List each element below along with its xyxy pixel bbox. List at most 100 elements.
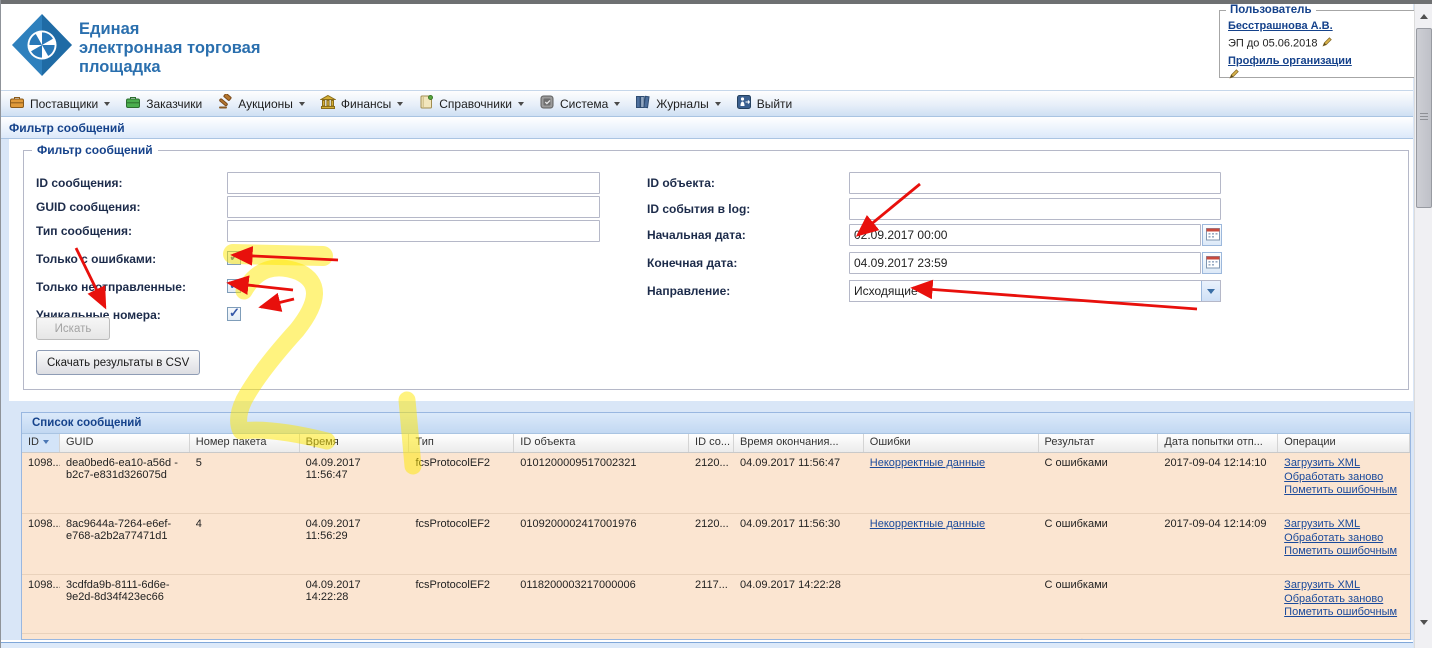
menu-item-label: Поставщики	[30, 96, 99, 111]
download-csv-button[interactable]: Скачать результаты в CSV	[36, 350, 201, 375]
grid-column-headers: ID GUID Номер пакета Время Тип ID объекта ID с…	[22, 434, 1410, 453]
field-label: Направление:	[647, 284, 731, 298]
scroll-down-button[interactable]	[1415, 614, 1432, 631]
scroll-down-icon	[1419, 620, 1428, 625]
cell-: 04.09.2017 11:56:30	[739, 518, 841, 530]
menu-item-5[interactable]: Справочники	[418, 94, 524, 113]
cell-ID: 0101200009517002321	[520, 457, 637, 469]
cell-GUID: 8ac9644a-7264-e6ef- e768-a2b2a77471d1	[65, 518, 172, 542]
column-header-6[interactable]: ID объекта	[514, 434, 690, 452]
page-title: Фильтр сообщений	[9, 120, 125, 135]
date-input-3[interactable]	[849, 224, 1201, 246]
book-icon	[418, 94, 434, 113]
select-value: Исходящие	[854, 284, 918, 298]
brand-line-1: Единая	[79, 20, 140, 38]
error-details-link[interactable]: Некорректные данные	[870, 518, 985, 530]
scroll-up-button[interactable]	[1415, 8, 1432, 25]
operation-link[interactable]: Обработать заново	[1284, 593, 1406, 607]
logo-link[interactable]	[11, 12, 73, 78]
cell-: fcsProtocolEF2	[415, 518, 491, 530]
chevron-down-icon[interactable]	[1201, 281, 1220, 301]
operation-link[interactable]: Обработать заново	[1284, 471, 1406, 485]
cell-ID: 2120...	[695, 457, 729, 469]
checkbox[interactable]: ✓	[227, 305, 241, 321]
column-header-9[interactable]: Ошибки	[864, 434, 1039, 452]
menu-item-label: Справочники	[439, 96, 512, 111]
column-header-5[interactable]: Тип	[409, 434, 515, 452]
vertical-scrollbar[interactable]	[1414, 4, 1432, 648]
menu-item-label: Выйти	[756, 96, 793, 111]
user-name-link[interactable]: Бесстрашнова А.В.	[1228, 20, 1333, 32]
grid-rows: 1098... dea0bed6-ea10-a56d -b2c7-e831d326…	[22, 453, 1410, 639]
column-header-1[interactable]: ID	[22, 434, 60, 452]
operation-link[interactable]: Загрузить XML	[1284, 579, 1406, 593]
cell-: Загрузить XML Обработать заново Пометить о…	[1278, 453, 1410, 513]
search-button[interactable]: Искать	[36, 317, 110, 340]
cert-expiry-label: ЭП до 05.06.2018	[1228, 37, 1318, 50]
calendar-button[interactable]	[1202, 224, 1222, 246]
direction-select[interactable]: Исходящие	[849, 280, 1221, 302]
column-header-4[interactable]: Время	[300, 434, 410, 452]
menu-item-8[interactable]: Выйти	[736, 94, 793, 113]
operation-link[interactable]: Пометить ошибочным	[1284, 484, 1406, 498]
scrollbar-thumb[interactable]	[1416, 28, 1432, 208]
filter-panel: Фильтр сообщений ID сообщения: GUID сообщ…	[9, 139, 1413, 401]
field-label: Начальная дата:	[647, 228, 746, 242]
operation-link[interactable]: Загрузить XML	[1284, 457, 1406, 471]
operation-link[interactable]: Пометить ошибочным	[1284, 545, 1406, 559]
main-menu-bar: Поставщики Заказчики Аукционы Финансы Справо…	[1, 90, 1413, 117]
column-header-11[interactable]: Дата попытки отп...	[1158, 434, 1279, 452]
org-profile-link[interactable]: Профиль организации	[1228, 55, 1352, 67]
user-panel-legend: Пользователь	[1226, 4, 1316, 16]
calendar-button[interactable]	[1202, 252, 1222, 274]
application-window: Единая электронная торговая площадка Пол…	[0, 0, 1432, 648]
filter-right-row-5: Направление: Исходящие	[36, 280, 1396, 304]
cell-: 4	[195, 518, 202, 530]
cell-ID: 1098...	[28, 579, 60, 591]
cell-: 04.09.2017 14:22:28	[305, 579, 361, 603]
cell-: С ошибками	[1044, 579, 1108, 591]
menu-item-label: Система	[559, 96, 609, 111]
cell-: 2017-09-04 12:14:09	[1164, 518, 1267, 530]
field-label: ID объекта:	[647, 176, 715, 190]
table-row[interactable]: 1098... dea0bed6-ea10-a56d -b2c7-e831d326…	[22, 453, 1410, 514]
date-input-4[interactable]	[849, 252, 1201, 274]
scroll-up-icon	[1419, 14, 1428, 19]
column-header-8[interactable]: Время окончания...	[734, 434, 864, 452]
messages-grid-panel: Список сообщений ID GUID Номер пакета Время…	[21, 412, 1411, 640]
filter-right-row-1: ID объекта:	[36, 172, 1396, 196]
operation-link[interactable]: Обработать заново	[1284, 532, 1406, 546]
column-header-2[interactable]: GUID	[60, 434, 190, 452]
filter-right-input-2[interactable]	[849, 198, 1221, 220]
column-header-3[interactable]: Номер пакета	[190, 434, 300, 452]
scrollbar-grip	[1420, 113, 1428, 114]
cell-ID: 1098...	[28, 518, 60, 530]
column-header-10[interactable]: Результат	[1039, 434, 1159, 452]
column-header-7[interactable]: ID со...	[689, 434, 734, 452]
user-panel: Пользователь Бесстрашнова А.В. ЭП до 05.…	[1219, 4, 1417, 79]
menu-item-2[interactable]: Заказчики	[125, 94, 202, 113]
menu-item-7[interactable]: Журналы	[635, 94, 721, 113]
operation-link[interactable]: Пометить ошибочным	[1284, 606, 1406, 620]
cell-: fcsProtocolEF2	[415, 457, 491, 469]
menu-item-3[interactable]: Аукционы	[217, 93, 305, 113]
cell-ID: 2117...	[695, 579, 728, 591]
grid-title-bar: Список сообщений	[22, 413, 1410, 434]
column-header-12[interactable]: Операции	[1278, 434, 1410, 452]
brand-line-2: электронная торговая	[79, 39, 261, 57]
cell-	[864, 575, 1039, 633]
error-details-link[interactable]: Некорректные данные	[870, 457, 985, 469]
cell-ID: 0109200002417001976	[520, 518, 637, 530]
etp-logo-icon	[11, 14, 73, 76]
exit-icon	[736, 94, 752, 113]
operation-link[interactable]: Загрузить XML	[1284, 518, 1406, 532]
table-row[interactable]: 1098... 3cdfda9b-8111-6d6e- 9e2d-8d34f423…	[22, 575, 1410, 634]
cell-: 5	[195, 457, 202, 469]
filter-right-input-1[interactable]	[849, 172, 1221, 194]
menu-item-4[interactable]: Финансы	[318, 94, 404, 113]
table-row[interactable]: 1098... 8ac9644a-7264-e6ef- e768-a2b2a774…	[22, 514, 1410, 575]
filter-right-row-4: Конечная дата:	[36, 252, 1396, 276]
menu-item-1[interactable]: Поставщики	[9, 94, 111, 113]
menu-item-6[interactable]: Система	[539, 94, 621, 113]
cell-ID: 0118200003217000006	[520, 579, 636, 591]
